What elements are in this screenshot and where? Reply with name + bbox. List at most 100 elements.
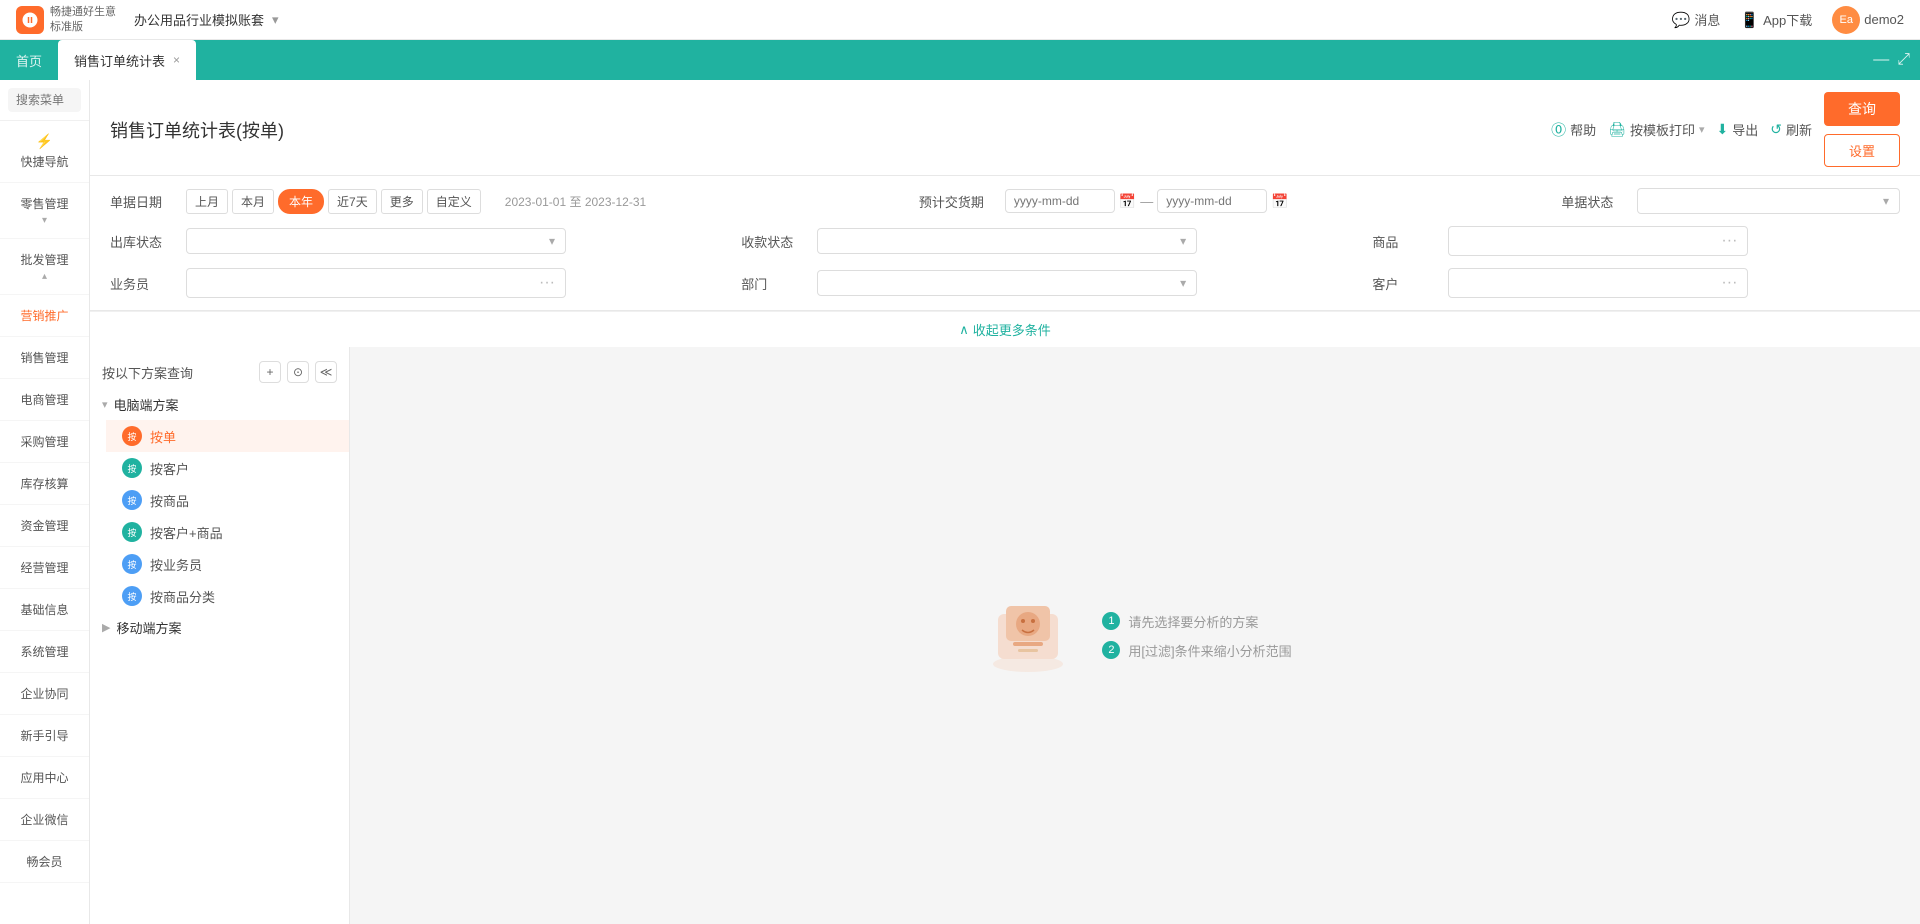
top-bar-left: 畅捷通好生意 标准版 办公用品行业模拟账套 ▾ [16,5,279,34]
sidebar-item-system[interactable]: 系统管理 [0,631,89,673]
sidebar-item-wechat[interactable]: 企业微信 [0,799,89,841]
sidebar-item-inventory[interactable]: 库存核算 [0,463,89,505]
empty-hints: 1 请先选择要分析的方案 2 用[过滤]条件来缩小分析范围 [1102,612,1291,660]
tree-item-by-salesperson[interactable]: 按 按业务员 [106,548,349,580]
predicted-date-end[interactable] [1157,189,1267,213]
sidebar-item-enterprise[interactable]: 企业协同 [0,673,89,715]
message-icon: 💬 [1672,11,1691,29]
user-area[interactable]: Ea demo2 [1832,6,1904,34]
tree-group-mobile[interactable]: ▶ 移动端方案 [90,612,349,643]
date-btn-this-year[interactable]: 本年 [278,189,324,214]
date-btn-custom[interactable]: 自定义 [427,189,481,214]
order-status-label: 单据状态 [1561,192,1621,211]
print-btn[interactable]: 🖨 按模板打印 ▾ [1608,120,1704,139]
circle-dot-btn[interactable]: ⊙ [287,361,309,383]
left-right-layout: 按以下方案查询 + ⊙ ≪ ▾ 电脑端方案 按 [90,347,1920,924]
goods-label: 商品 [1372,232,1432,251]
logo-text: 畅捷通好生意 标准版 [50,5,116,34]
help-icon: ⓪ [1551,119,1566,140]
tree-item-by-customer-goods[interactable]: 按 按客户+商品 [106,516,349,548]
empty-hint-2: 2 用[过滤]条件来缩小分析范围 [1102,641,1291,660]
sidebar-item-basic[interactable]: 基础信息 [0,589,89,631]
order-status-select[interactable]: ▾ [1637,188,1900,214]
date-btn-more[interactable]: 更多 [381,189,423,214]
filter-panel: 单据日期 上月 本月 本年 近7天 更多 自定义 2023-01-01 至 20… [90,176,1920,311]
app-download-btn[interactable]: 📱 App下载 [1740,10,1812,29]
tree-item-by-customer[interactable]: 按 按客户 [106,452,349,484]
sidebar-item-newbie[interactable]: 新手引导 [0,715,89,757]
sidebar-item-sales[interactable]: 销售管理 [0,337,89,379]
refresh-btn[interactable]: ↺ 刷新 [1770,120,1812,139]
tab-home[interactable]: 首页 [0,40,58,80]
tab-close-icon[interactable]: × [173,53,180,67]
top-bar: 畅捷通好生意 标准版 办公用品行业模拟账套 ▾ 💬 消息 📱 App下载 Ea … [0,0,1920,40]
date-btn-last-month[interactable]: 上月 [186,189,228,214]
sidebar-item-retail[interactable]: 零售管理 ▾ [0,183,89,239]
goods-dots-icon[interactable]: ··· [1721,232,1737,250]
date-range-display: 2023-01-01 至 2023-12-31 [505,193,646,210]
sidebar-item-wholesale[interactable]: 批发管理 ▴ [0,239,89,295]
sidebar-item-operation[interactable]: 经营管理 [0,547,89,589]
help-btn[interactable]: ⓪ 帮助 [1551,119,1596,140]
export-btn[interactable]: ⬇ 导出 [1717,120,1759,139]
workspace-arrow[interactable]: ▾ [272,12,279,28]
department-select[interactable]: ▾ [817,270,1197,296]
filter-row-3: 业务员 ··· 部门 ▾ 客户 ··· [110,268,1900,298]
predicted-date-label: 预计交货期 [919,192,989,211]
goods-input[interactable]: ··· [1448,226,1748,256]
date-label: 单据日期 [110,192,170,211]
sidebar-search-wrap [0,80,89,121]
quicknav-icon: ⚡ [36,133,53,150]
salesperson-dots-icon[interactable]: ··· [539,274,555,292]
shipment-select[interactable]: ▾ [186,228,566,254]
sidebar-item-quicknav[interactable]: ⚡ 快捷导航 [0,121,89,183]
print-chevron-icon: ▾ [1699,123,1705,136]
tab-minimize-icon[interactable]: — [1873,51,1889,69]
collection-label: 收款状态 [741,232,801,251]
calendar-start-icon[interactable]: 📅 [1119,193,1136,210]
sidebar-item-marketing[interactable]: 营销推广 [0,295,89,337]
collapse-bar[interactable]: ∧ 收起更多条件 [90,311,1920,347]
sidebar: ⚡ 快捷导航 零售管理 ▾ 批发管理 ▴ 营销推广 销售管理 电商管理 采购管理… [0,80,90,924]
tree-item-by-order[interactable]: 按 按单 [106,420,349,452]
settings-button[interactable]: 设置 [1824,134,1900,167]
tab-sales-order[interactable]: 销售订单统计表 × [58,40,196,80]
collection-select[interactable]: ▾ [817,228,1197,254]
shipment-label: 出库状态 [110,232,170,251]
date-btn-7days[interactable]: 近7天 [328,189,377,214]
message-btn[interactable]: 💬 消息 [1672,10,1721,29]
left-panel-tools: + ⊙ ≪ [259,361,337,383]
tree-item-by-goods[interactable]: 按 按商品 [106,484,349,516]
by-goods-category-icon: 按 [122,586,142,606]
empty-wrap: 1 请先选择要分析的方案 2 用[过滤]条件来缩小分析范围 [978,584,1291,687]
add-scheme-btn[interactable]: + [259,361,281,383]
tab-maximize-icon[interactable]: ⤢ [1897,51,1910,69]
tree-group-desktop[interactable]: ▾ 电脑端方案 [90,389,349,420]
sidebar-item-appcenter[interactable]: 应用中心 [0,757,89,799]
app-icon: 📱 [1740,11,1759,29]
department-label: 部门 [741,274,801,293]
salesperson-input[interactable]: ··· [186,268,566,298]
predicted-date-start[interactable] [1005,189,1115,213]
content-area: 销售订单统计表(按单) ⓪ 帮助 🖨 按模板打印 ▾ ⬇ 导出 ↺ 刷新 [90,80,1920,924]
customer-input[interactable]: ··· [1448,268,1748,298]
filter-row-2: 出库状态 ▾ 收款状态 ▾ 商品 ··· [110,226,1900,256]
by-salesperson-icon: 按 [122,554,142,574]
sidebar-item-ecommerce[interactable]: 电商管理 [0,379,89,421]
sidebar-item-member[interactable]: 畅会员 [0,841,89,883]
print-icon: 🖨 [1608,121,1626,138]
by-goods-icon: 按 [122,490,142,510]
customer-dots-icon[interactable]: ··· [1721,274,1737,292]
logo-area: 畅捷通好生意 标准版 [16,5,116,34]
empty-hint-1: 1 请先选择要分析的方案 [1102,612,1291,631]
date-btn-this-month[interactable]: 本月 [232,189,274,214]
collapse-left-btn[interactable]: ≪ [315,361,337,383]
tree-item-by-goods-category[interactable]: 按 按商品分类 [106,580,349,612]
sidebar-item-finance[interactable]: 资金管理 [0,505,89,547]
main-content-area: 1 请先选择要分析的方案 2 用[过滤]条件来缩小分析范围 [350,347,1920,924]
search-input[interactable] [8,88,81,112]
workspace-title[interactable]: 办公用品行业模拟账套 [134,10,264,29]
query-button[interactable]: 查询 [1824,92,1900,126]
sidebar-item-purchase[interactable]: 采购管理 [0,421,89,463]
calendar-end-icon[interactable]: 📅 [1271,193,1288,210]
